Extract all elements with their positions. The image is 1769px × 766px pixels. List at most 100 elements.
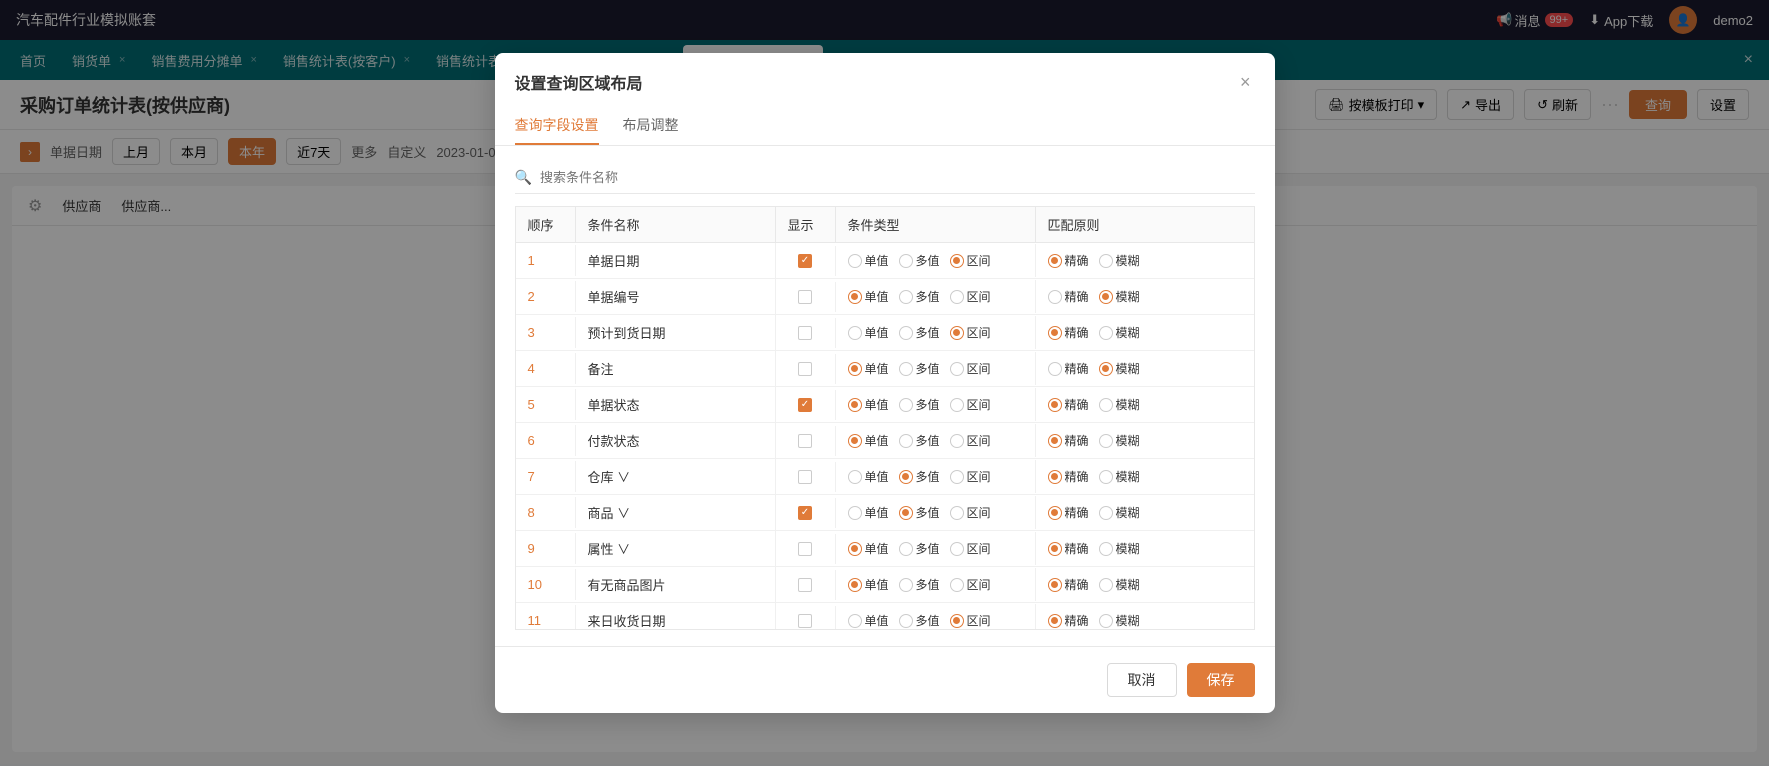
radio-match-3-模糊[interactable]: 模糊	[1099, 360, 1140, 377]
radio-match-6-模糊[interactable]: 模糊	[1099, 468, 1140, 485]
modal-tab-query-fields[interactable]: 查询字段设置	[515, 107, 599, 145]
checkbox-0[interactable]: ✓	[798, 254, 812, 268]
radio-type-4-单值[interactable]: 单值	[848, 396, 889, 413]
radio-circle-5-单值	[848, 434, 862, 448]
radio-type-6-区间[interactable]: 区间	[950, 468, 991, 485]
row-checkbox-4[interactable]: ✓	[776, 390, 836, 420]
checkbox-1[interactable]	[798, 290, 812, 304]
radio-type-1-单值[interactable]: 单值	[848, 288, 889, 305]
radio-type-1-多值[interactable]: 多值	[899, 288, 940, 305]
radio-type-1-区间[interactable]: 区间	[950, 288, 991, 305]
radio-type-9-单值[interactable]: 单值	[848, 576, 889, 593]
radio-match-circle-6-模糊	[1099, 470, 1113, 484]
row-checkbox-6[interactable]	[776, 462, 836, 492]
radio-type-0-单值[interactable]: 单值	[848, 252, 889, 269]
modal-close-button[interactable]: ×	[1236, 69, 1255, 95]
row-checkbox-8[interactable]	[776, 534, 836, 564]
row-checkbox-7[interactable]: ✓	[776, 498, 836, 528]
checkbox-9[interactable]	[798, 578, 812, 592]
radio-match-4-模糊[interactable]: 模糊	[1099, 396, 1140, 413]
radio-match-10-精确[interactable]: 精确	[1048, 612, 1089, 629]
checkbox-4[interactable]: ✓	[798, 398, 812, 412]
row-order-6: 7	[516, 461, 576, 492]
row-checkbox-5[interactable]	[776, 426, 836, 456]
radio-circle-8-区间	[950, 542, 964, 556]
save-button[interactable]: 保存	[1187, 663, 1255, 697]
checkbox-10[interactable]	[798, 614, 812, 628]
radio-type-10-多值[interactable]: 多值	[899, 612, 940, 629]
radio-type-7-区间[interactable]: 区间	[950, 504, 991, 521]
radio-type-4-多值[interactable]: 多值	[899, 396, 940, 413]
row-match-3: 精确模糊	[1036, 352, 1216, 385]
table-row: 7仓库 ∨单值多值区间精确模糊	[516, 459, 1254, 495]
radio-type-4-区间[interactable]: 区间	[950, 396, 991, 413]
radio-type-10-单值[interactable]: 单值	[848, 612, 889, 629]
row-checkbox-2[interactable]	[776, 318, 836, 348]
row-order-0: 1	[516, 245, 576, 276]
radio-match-3-精确[interactable]: 精确	[1048, 360, 1089, 377]
radio-type-8-单值[interactable]: 单值	[848, 540, 889, 557]
radio-match-8-模糊[interactable]: 模糊	[1099, 540, 1140, 557]
radio-match-2-精确[interactable]: 精确	[1048, 324, 1089, 341]
radio-type-6-多值[interactable]: 多值	[899, 468, 940, 485]
checkbox-2[interactable]	[798, 326, 812, 340]
radio-type-5-多值[interactable]: 多值	[899, 432, 940, 449]
radio-match-9-模糊[interactable]: 模糊	[1099, 576, 1140, 593]
radio-match-0-模糊[interactable]: 模糊	[1099, 252, 1140, 269]
radio-type-5-区间[interactable]: 区间	[950, 432, 991, 449]
modal-search-input[interactable]	[540, 166, 1255, 189]
radio-type-3-多值[interactable]: 多值	[899, 360, 940, 377]
radio-type-3-单值[interactable]: 单值	[848, 360, 889, 377]
radio-match-0-精确[interactable]: 精确	[1048, 252, 1089, 269]
radio-match-5-精确[interactable]: 精确	[1048, 432, 1089, 449]
radio-type-8-多值[interactable]: 多值	[899, 540, 940, 557]
radio-type-8-区间[interactable]: 区间	[950, 540, 991, 557]
radio-type-2-单值[interactable]: 单值	[848, 324, 889, 341]
cancel-button[interactable]: 取消	[1107, 663, 1177, 697]
table-row: 1单据日期✓单值多值区间精确模糊	[516, 243, 1254, 279]
checkbox-6[interactable]	[798, 470, 812, 484]
radio-type-9-多值[interactable]: 多值	[899, 576, 940, 593]
radio-match-7-精确[interactable]: 精确	[1048, 504, 1089, 521]
checkbox-7[interactable]: ✓	[798, 506, 812, 520]
checkbox-8[interactable]	[798, 542, 812, 556]
modal-tab-layout[interactable]: 布局调整	[623, 107, 679, 145]
row-checkbox-9[interactable]	[776, 570, 836, 600]
row-name-9: 有无商品图片	[576, 567, 776, 602]
radio-match-2-模糊[interactable]: 模糊	[1099, 324, 1140, 341]
radio-match-5-模糊[interactable]: 模糊	[1099, 432, 1140, 449]
radio-type-2-多值[interactable]: 多值	[899, 324, 940, 341]
radio-type-5-单值[interactable]: 单值	[848, 432, 889, 449]
row-checkbox-0[interactable]: ✓	[776, 246, 836, 276]
radio-match-10-模糊[interactable]: 模糊	[1099, 612, 1140, 629]
radio-type-0-多值[interactable]: 多值	[899, 252, 940, 269]
radio-type-2-区间[interactable]: 区间	[950, 324, 991, 341]
checkbox-5[interactable]	[798, 434, 812, 448]
radio-type-0-区间[interactable]: 区间	[950, 252, 991, 269]
radio-circle-10-多值	[899, 614, 913, 628]
radio-match-4-精确[interactable]: 精确	[1048, 396, 1089, 413]
radio-match-6-精确[interactable]: 精确	[1048, 468, 1089, 485]
radio-type-10-区间[interactable]: 区间	[950, 612, 991, 629]
radio-type-3-区间[interactable]: 区间	[950, 360, 991, 377]
radio-type-9-区间[interactable]: 区间	[950, 576, 991, 593]
row-order-7: 8	[516, 497, 576, 528]
radio-match-7-模糊[interactable]: 模糊	[1099, 504, 1140, 521]
radio-match-circle-2-模糊	[1099, 326, 1113, 340]
row-checkbox-3[interactable]	[776, 354, 836, 384]
radio-match-9-精确[interactable]: 精确	[1048, 576, 1089, 593]
row-order-8: 9	[516, 533, 576, 564]
radio-match-1-精确[interactable]: 精确	[1048, 288, 1089, 305]
radio-match-1-模糊[interactable]: 模糊	[1099, 288, 1140, 305]
checkbox-3[interactable]	[798, 362, 812, 376]
radio-type-6-单值[interactable]: 单值	[848, 468, 889, 485]
row-checkbox-1[interactable]	[776, 282, 836, 312]
row-checkbox-10[interactable]	[776, 606, 836, 631]
radio-type-7-单值[interactable]: 单值	[848, 504, 889, 521]
row-name-7: 商品 ∨	[576, 495, 776, 530]
radio-circle-0-单值	[848, 254, 862, 268]
radio-type-7-多值[interactable]: 多值	[899, 504, 940, 521]
radio-circle-3-区间	[950, 362, 964, 376]
radio-circle-4-单值	[848, 398, 862, 412]
radio-match-8-精确[interactable]: 精确	[1048, 540, 1089, 557]
